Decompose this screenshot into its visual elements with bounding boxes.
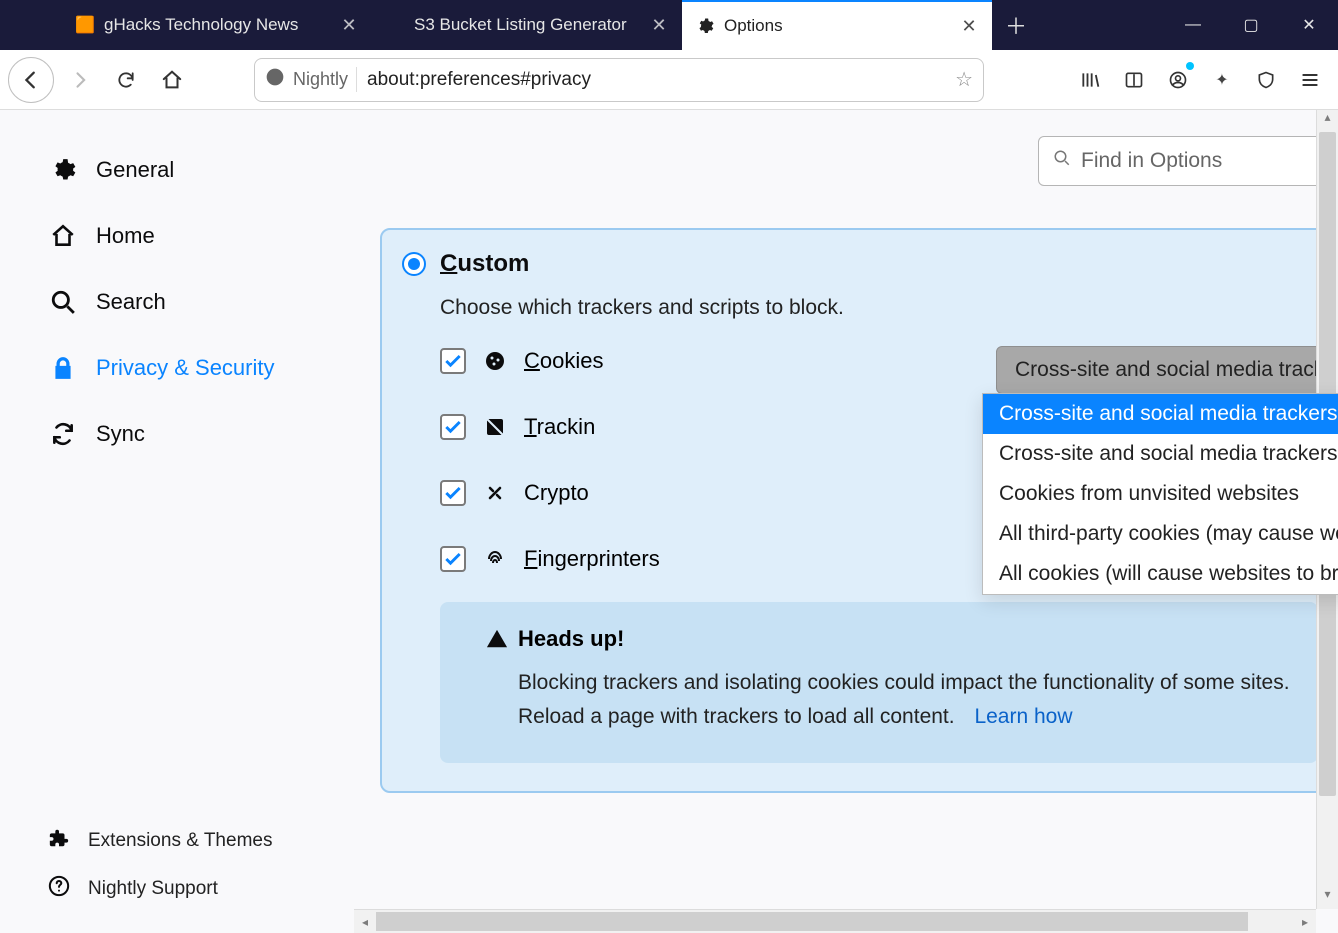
scroll-up-arrow[interactable]: ▴ (1317, 110, 1338, 132)
puzzle-icon (48, 827, 70, 855)
scroll-thumb[interactable] (376, 912, 1248, 931)
identity-box[interactable]: Nightly (265, 67, 357, 92)
sidebar-item-label: Sync (96, 421, 145, 447)
sidebar-item-label: Home (96, 223, 155, 249)
dropdown-value: Cross-site and social media trackers (1015, 358, 1338, 382)
crypto-checkbox[interactable] (440, 480, 466, 506)
tab-label: Options (724, 16, 950, 36)
crypto-label: Crypto (524, 480, 589, 506)
fingerprint-icon (482, 547, 508, 571)
sidebar-support-link[interactable]: Nightly Support (48, 865, 380, 913)
gear-icon (48, 157, 78, 183)
url-text: about:preferences#privacy (367, 69, 945, 91)
scroll-right-arrow[interactable]: ▸ (1294, 910, 1316, 933)
footer-label: Extensions & Themes (88, 830, 272, 852)
cookies-dropdown[interactable]: Cross-site and social media trackers ⌄ (996, 346, 1338, 394)
scroll-down-arrow[interactable]: ▾ (1317, 887, 1338, 909)
extension-icon[interactable]: ✦ (1202, 60, 1242, 100)
home-button[interactable] (152, 60, 192, 100)
sidebar-item-general[interactable]: General (48, 140, 380, 200)
tracking-checkbox[interactable] (440, 414, 466, 440)
cookies-checkbox[interactable] (440, 348, 466, 374)
firefox-icon (265, 67, 285, 92)
sidebar-extensions-link[interactable]: Extensions & Themes (48, 817, 380, 865)
find-placeholder: Find in Options (1081, 149, 1222, 173)
new-tab-button[interactable]: ＋ (992, 0, 1040, 50)
forward-button[interactable] (60, 60, 100, 100)
identity-label: Nightly (293, 69, 348, 90)
close-window-button[interactable]: ✕ (1280, 0, 1338, 50)
tracking-label: Trackin (524, 414, 595, 440)
heads-up-body: Blocking trackers and isolating cookies … (518, 666, 1292, 733)
tab-strip: 🟧 gHacks Technology News ✕ S3 Bucket Lis… (0, 0, 1338, 50)
tab-s3[interactable]: S3 Bucket Listing Generator ✕ (372, 0, 682, 50)
dropdown-option[interactable]: Cookies from unvisited websites (983, 474, 1338, 514)
tab-options[interactable]: Options ✕ (682, 0, 992, 50)
window-controls: — ▢ ✕ (1164, 0, 1338, 50)
sidebar-item-label: Search (96, 289, 166, 315)
sidebar-item-label: General (96, 157, 174, 183)
tab-label: S3 Bucket Listing Generator (414, 15, 640, 35)
search-icon (48, 289, 78, 315)
close-icon[interactable]: ✕ (960, 17, 978, 35)
library-button[interactable] (1070, 60, 1110, 100)
maximize-button[interactable]: ▢ (1222, 0, 1280, 50)
app-menu-button[interactable] (1290, 60, 1330, 100)
fingerprint-label: Fingerprinters (524, 546, 660, 572)
dropdown-option[interactable]: Cross-site and social media trackers (983, 394, 1338, 434)
dropdown-option[interactable]: Cross-site and social media trackers, an… (983, 434, 1338, 474)
reader-view-button[interactable] (1114, 60, 1154, 100)
site-icon: 🟧 (76, 16, 94, 34)
url-bar[interactable]: Nightly about:preferences#privacy ☆ (254, 58, 984, 102)
search-icon (1053, 149, 1071, 173)
scroll-left-arrow[interactable]: ◂ (354, 910, 376, 933)
tab-label: gHacks Technology News (104, 15, 330, 35)
learn-how-link[interactable]: Learn how (974, 705, 1072, 728)
back-button[interactable] (8, 57, 54, 103)
nav-toolbar: Nightly about:preferences#privacy ☆ ✦ (0, 50, 1338, 110)
custom-subtitle: Choose which trackers and scripts to blo… (440, 296, 1336, 320)
sidebar-item-sync[interactable]: Sync (48, 404, 380, 464)
custom-radio[interactable] (402, 252, 426, 276)
cookies-dropdown-list: Cross-site and social media trackers Cro… (982, 393, 1338, 595)
footer-label: Nightly Support (88, 878, 218, 900)
cookie-icon (482, 349, 508, 373)
sidebar-item-home[interactable]: Home (48, 206, 380, 266)
shield-icon[interactable] (1246, 60, 1286, 100)
site-icon (386, 16, 404, 34)
tracking-icon (482, 415, 508, 439)
heads-up-title: Heads up! (518, 626, 1292, 652)
crypto-icon (482, 481, 508, 505)
account-button[interactable] (1158, 60, 1198, 100)
close-icon[interactable]: ✕ (340, 16, 358, 34)
lock-icon (48, 355, 78, 381)
heads-up-box: Heads up! Blocking trackers and isolatin… (440, 602, 1318, 763)
tab-ghacks[interactable]: 🟧 gHacks Technology News ✕ (62, 0, 372, 50)
gear-icon (696, 17, 714, 35)
dropdown-option[interactable]: All cookies (will cause websites to brea… (983, 554, 1338, 594)
custom-title: Custom (440, 250, 529, 278)
sidebar-item-label: Privacy & Security (96, 355, 275, 381)
horizontal-scrollbar[interactable]: ◂ ▸ (354, 909, 1316, 933)
preferences-main: Find in Options Custom Choose which trac… (380, 110, 1338, 933)
fingerprint-checkbox[interactable] (440, 546, 466, 572)
sync-icon (48, 421, 78, 447)
close-icon[interactable]: ✕ (650, 16, 668, 34)
find-in-options[interactable]: Find in Options (1038, 136, 1338, 186)
minimize-button[interactable]: — (1164, 0, 1222, 50)
cookies-label: Cookies (524, 348, 603, 374)
warning-icon (486, 628, 508, 656)
preferences-sidebar: General Home Search Privacy & Security (0, 110, 380, 933)
home-icon (48, 223, 78, 249)
help-icon (48, 875, 70, 903)
dropdown-option[interactable]: All third-party cookies (may cause websi… (983, 514, 1338, 554)
tracking-custom-panel: Custom Choose which trackers and scripts… (380, 228, 1338, 793)
sidebar-item-privacy[interactable]: Privacy & Security (48, 338, 380, 398)
sidebar-item-search[interactable]: Search (48, 272, 380, 332)
reload-button[interactable] (106, 60, 146, 100)
bookmark-star-icon[interactable]: ☆ (955, 67, 973, 92)
scroll-track[interactable] (376, 910, 1294, 933)
